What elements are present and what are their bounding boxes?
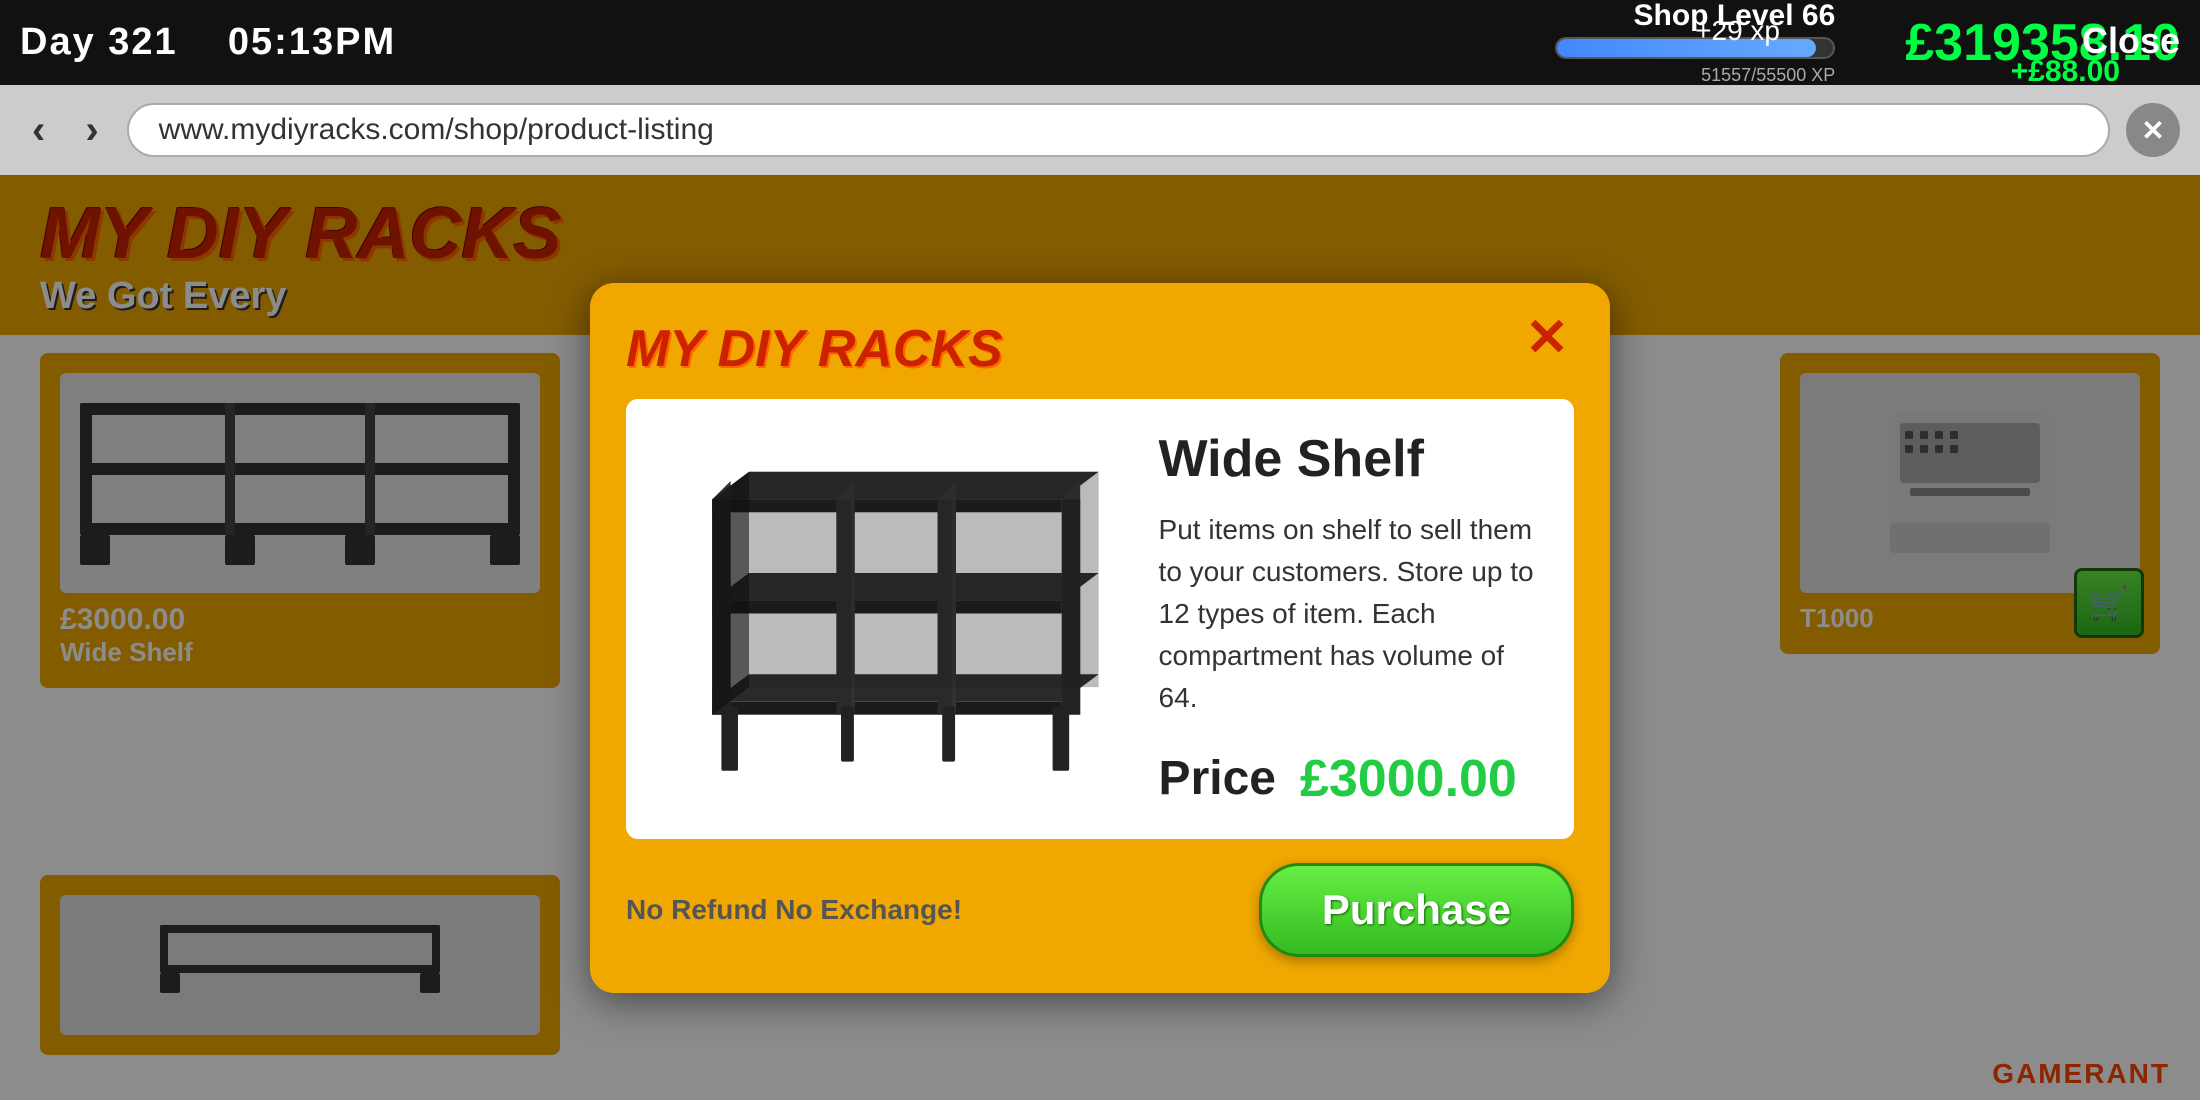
purchase-button[interactable]: Purchase (1259, 863, 1574, 957)
modal-body: Wide Shelf Put items on shelf to sell th… (626, 399, 1574, 839)
modal-info-area: Wide Shelf Put items on shelf to sell th… (1159, 429, 1544, 809)
modal-close-button[interactable]: ✕ (1520, 311, 1574, 365)
modal-image-area (656, 429, 1119, 809)
modal-product-name: Wide Shelf (1159, 429, 1544, 489)
top-bar: Day 321 05:13PM Shop Level 66 51557/5550… (0, 0, 2200, 85)
nav-back-button[interactable]: ‹ (20, 104, 57, 157)
nav-forward-button[interactable]: › (73, 104, 110, 157)
modal-product-desc: Put items on shelf to sell them to your … (1159, 509, 1544, 719)
web-content: MY DIY RACKS We Got Every nline FREE Del… (0, 175, 2200, 1100)
day-label: Day 321 (20, 21, 178, 63)
modal-title: MY DIY RACKS (626, 319, 1574, 379)
browser-bar: ‹ › www.mydiyracks.com/shop/product-list… (0, 85, 2200, 175)
xp-gain: +29 xp (1695, 15, 1780, 47)
modal-overlay: MY DIY RACKS ✕ (0, 175, 2200, 1100)
modal-price-value: £3000.00 (1300, 749, 1517, 809)
modal-dialog: MY DIY RACKS ✕ (590, 283, 1610, 993)
close-x-icon: ✕ (2141, 114, 2164, 147)
url-text: www.mydiyracks.com/shop/product-listing (159, 113, 714, 147)
no-refund-text: No Refund No Exchange! (626, 894, 962, 926)
close-button[interactable]: Close (2082, 20, 2180, 62)
modal-price-row: Price £3000.00 (1159, 749, 1544, 809)
browser-close-button[interactable]: ✕ (2126, 103, 2180, 157)
url-bar[interactable]: www.mydiyracks.com/shop/product-listing (127, 103, 2110, 157)
modal-footer: No Refund No Exchange! Purchase (626, 863, 1574, 957)
modal-price-label: Price (1159, 751, 1276, 806)
xp-text: 51557/55500 XP (1701, 65, 1835, 86)
day-time: Day 321 05:13PM (20, 21, 396, 64)
modal-product-svg (657, 439, 1117, 799)
time-label: 05:13PM (228, 21, 396, 63)
